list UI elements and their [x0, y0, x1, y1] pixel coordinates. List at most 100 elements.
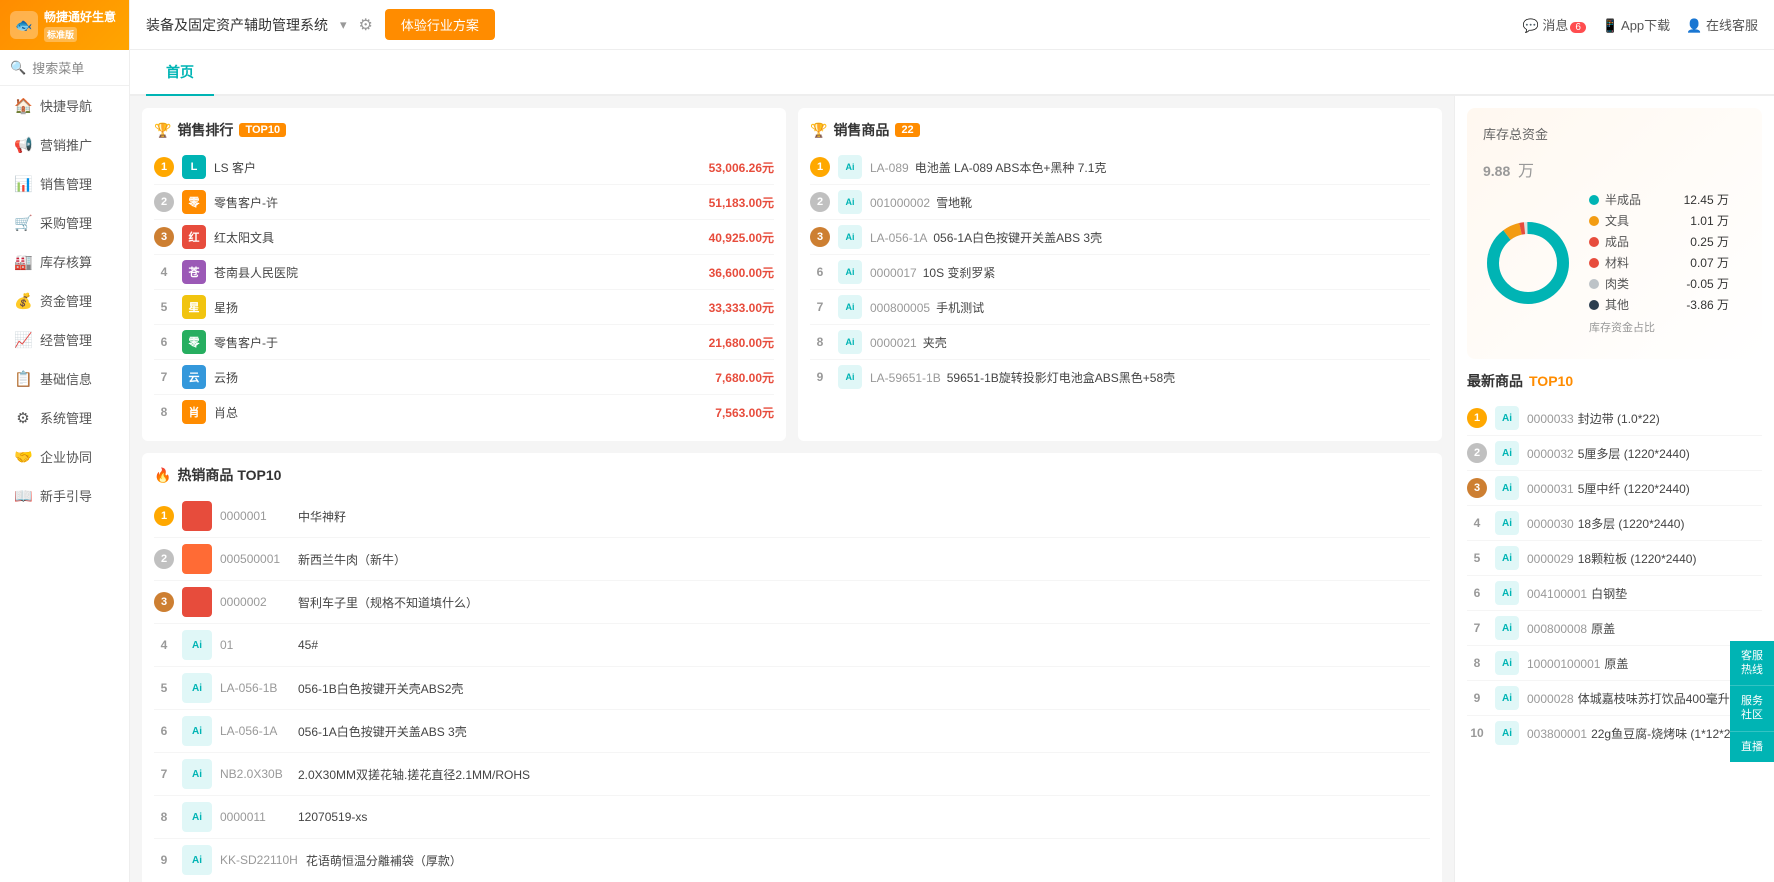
- hot-product-row[interactable]: 7 Ai NB2.0X30B 2.0X30MM双搓花轴.搓花直径2.1MM/RO…: [154, 753, 1430, 796]
- sales-icon: 📊: [14, 175, 32, 193]
- newest-product-row[interactable]: 4 Ai 000003018多层 (1220*2440): [1467, 506, 1762, 541]
- gear-button[interactable]: ⚙: [359, 15, 373, 35]
- sidebar-item-home[interactable]: 🏠 快捷导航: [0, 86, 129, 125]
- product-img-placeholder: Ai: [182, 673, 212, 703]
- customer-rank-row[interactable]: 6 零 零售客户-于 21,680.00元: [154, 325, 774, 360]
- rank-name: 零售客户-许: [214, 194, 701, 211]
- product-img: [182, 587, 212, 617]
- newest-product-row[interactable]: 8 Ai 10000100001原盖: [1467, 646, 1762, 681]
- sales-product-rank-row[interactable]: 2 Ai 001000002雪地靴: [810, 185, 1430, 220]
- online-service-btn[interactable]: 👤 在线客服: [1686, 15, 1758, 34]
- legend-dot: [1589, 258, 1599, 268]
- sidebar-item-basic[interactable]: 📋 基础信息: [0, 359, 129, 398]
- hot-product-row[interactable]: 1 0000001 中华神籽: [154, 495, 1430, 538]
- hot-product-row[interactable]: 5 Ai LA-056-1B 056-1B白色按键开关壳ABS2壳: [154, 667, 1430, 710]
- customer-rank-row[interactable]: 8 肖 肖总 7,563.00元: [154, 395, 774, 429]
- sidebar-item-label: 采购管理: [40, 213, 92, 232]
- newest-product-row[interactable]: 5 Ai 000002918颗粒板 (1220*2440): [1467, 541, 1762, 576]
- hot-product-row[interactable]: 2 000500001 新西兰牛肉（新牛）: [154, 538, 1430, 581]
- legend-value: 1.01 万: [1690, 212, 1729, 229]
- hot-product-row[interactable]: 8 Ai 0000011 12070519-xs: [154, 796, 1430, 839]
- sidebar-item-inventory[interactable]: 🏭 库存核算: [0, 242, 129, 281]
- sidebar-search[interactable]: 🔍 搜索菜单: [0, 50, 129, 86]
- sidebar-item-label: 库存核算: [40, 252, 92, 271]
- customer-rank-row[interactable]: 2 零 零售客户-许 51,183.00元: [154, 185, 774, 220]
- customer-rank-row[interactable]: 5 星 星扬 33,333.00元: [154, 290, 774, 325]
- rank-avatar: 零: [182, 190, 206, 214]
- rank-number: 2: [1467, 443, 1487, 463]
- product-code: NB2.0X30B: [220, 767, 290, 781]
- hot-icon: 🔥: [154, 467, 171, 484]
- legend-value: -3.86 万: [1686, 296, 1729, 313]
- rank-avatar: L: [182, 155, 206, 179]
- rank-number: 3: [810, 227, 830, 247]
- sales-product-rank-row[interactable]: 6 Ai 000001710S 变刹罗紧: [810, 255, 1430, 290]
- newest-product-row[interactable]: 9 Ai 0000028体城嘉枝味苏打饮品400毫升 (1*15): [1467, 681, 1762, 716]
- customer-rank-row[interactable]: 3 红 红太阳文具 40,925.00元: [154, 220, 774, 255]
- sidebar-item-system[interactable]: ⚙ 系统管理: [0, 398, 129, 437]
- product-img: [182, 544, 212, 574]
- product-code: LA-056-1B: [220, 681, 290, 695]
- rank-number: 7: [810, 300, 830, 314]
- sidebar-item-operation[interactable]: 📈 经营管理: [0, 320, 129, 359]
- message-btn[interactable]: 💬 消息6: [1523, 15, 1586, 34]
- rank-name: 001000002雪地靴: [870, 194, 1430, 211]
- sidebar-item-sales[interactable]: 📊 销售管理: [0, 164, 129, 203]
- rank-number: 5: [154, 300, 174, 314]
- dropdown-icon[interactable]: ▾: [340, 17, 347, 33]
- rank-avatar: 红: [182, 225, 206, 249]
- sales-product-rank-row[interactable]: 8 Ai 0000021夹壳: [810, 325, 1430, 360]
- newest-product-row[interactable]: 7 Ai 000800008原盖: [1467, 611, 1762, 646]
- legend-dot: [1589, 237, 1599, 247]
- hot-product-row[interactable]: 6 Ai LA-056-1A 056-1A白色按键开关盖ABS 3壳: [154, 710, 1430, 753]
- newest-top10-badge: TOP10: [1529, 373, 1573, 389]
- rank-avatar: Ai: [838, 225, 862, 249]
- newest-avatar: Ai: [1495, 616, 1519, 640]
- newest-label: 最新商品: [1467, 371, 1523, 391]
- product-code: 0000011: [220, 810, 290, 824]
- app-name: 畅捷通好生意: [44, 8, 116, 25]
- rank-number: 8: [154, 405, 174, 419]
- rank-avatar: Ai: [838, 330, 862, 354]
- rank-avatar: 苍: [182, 260, 206, 284]
- rank-value: 21,680.00元: [709, 334, 774, 351]
- float-btn-community[interactable]: 服务社区: [1730, 686, 1774, 732]
- customer-rank-row[interactable]: 7 云 云扬 7,680.00元: [154, 360, 774, 395]
- sidebar-item-marketing[interactable]: 📢 营销推广: [0, 125, 129, 164]
- newest-product-row[interactable]: 2 Ai 00000325厘多层 (1220*2440): [1467, 436, 1762, 471]
- sidebar-item-enterprise[interactable]: 🤝 企业协同: [0, 437, 129, 476]
- sidebar-item-label: 企业协同: [40, 447, 92, 466]
- hot-product-row[interactable]: 9 Ai KK-SD22110H 花语萌恒温分離補袋（厚款）: [154, 839, 1430, 881]
- float-btn-service[interactable]: 客服热线: [1730, 641, 1774, 687]
- newest-product-row[interactable]: 10 Ai 00380000122g鱼豆腐-烧烤味 (1*12*20): [1467, 716, 1762, 750]
- newest-product-row[interactable]: 1 Ai 0000033封边带 (1.0*22): [1467, 401, 1762, 436]
- app-download-btn[interactable]: 📱 App下载: [1602, 15, 1670, 34]
- try-btn[interactable]: 体验行业方案: [385, 9, 495, 40]
- sales-product-rank-row[interactable]: 7 Ai 000800005手机测试: [810, 290, 1430, 325]
- newest-product-row[interactable]: 3 Ai 00000315厘中纤 (1220*2440): [1467, 471, 1762, 506]
- newest-name: 10000100001原盖: [1527, 655, 1762, 672]
- newest-product-row[interactable]: 6 Ai 004100001白钢垫: [1467, 576, 1762, 611]
- sidebar-item-purchase[interactable]: 🛒 采购管理: [0, 203, 129, 242]
- customer-rank-row[interactable]: 1 L LS 客户 53,006.26元: [154, 150, 774, 185]
- guide-icon: 📖: [14, 487, 32, 505]
- inventory-amount: 9.88 万: [1483, 151, 1746, 183]
- sales-product-rank-row[interactable]: 9 Ai LA-59651-1B59651-1B旋转投影灯电池盒ABS黑色+58…: [810, 360, 1430, 394]
- sales-product-rank-row[interactable]: 3 Ai LA-056-1A056-1A白色按键开关盖ABS 3壳: [810, 220, 1430, 255]
- product-name: 中华神籽: [298, 508, 346, 525]
- rank-value: 51,183.00元: [709, 194, 774, 211]
- rank-avatar: Ai: [838, 365, 862, 389]
- customer-rank-row[interactable]: 4 苍 苍南县人民医院 36,600.00元: [154, 255, 774, 290]
- float-btn-live[interactable]: 直播: [1730, 732, 1774, 762]
- ranking-badge: TOP10: [239, 123, 286, 137]
- sidebar-item-finance[interactable]: 💰 资金管理: [0, 281, 129, 320]
- hot-product-row[interactable]: 4 Ai 01 45#: [154, 624, 1430, 667]
- sidebar-item-newguide[interactable]: 📖 新手引导: [0, 476, 129, 515]
- tab-home[interactable]: 首页: [146, 50, 214, 96]
- rank-number: 8: [810, 335, 830, 349]
- sales-product-rank-row[interactable]: 1 Ai LA-089电池盖 LA-089 ABS本色+黑种 7.1克: [810, 150, 1430, 185]
- content-area: 🏆 销售排行 TOP10 1 L LS 客户 53,006.26元 2 零 零售…: [130, 96, 1774, 882]
- system-title: 装备及固定资产辅助管理系统: [146, 15, 328, 35]
- hot-product-row[interactable]: 3 0000002 智利车子里（规格不知道填什么）: [154, 581, 1430, 624]
- main-area: 装备及固定资产辅助管理系统 ▾ ⚙ 体验行业方案 💬 消息6 📱 App下载 👤…: [130, 0, 1774, 882]
